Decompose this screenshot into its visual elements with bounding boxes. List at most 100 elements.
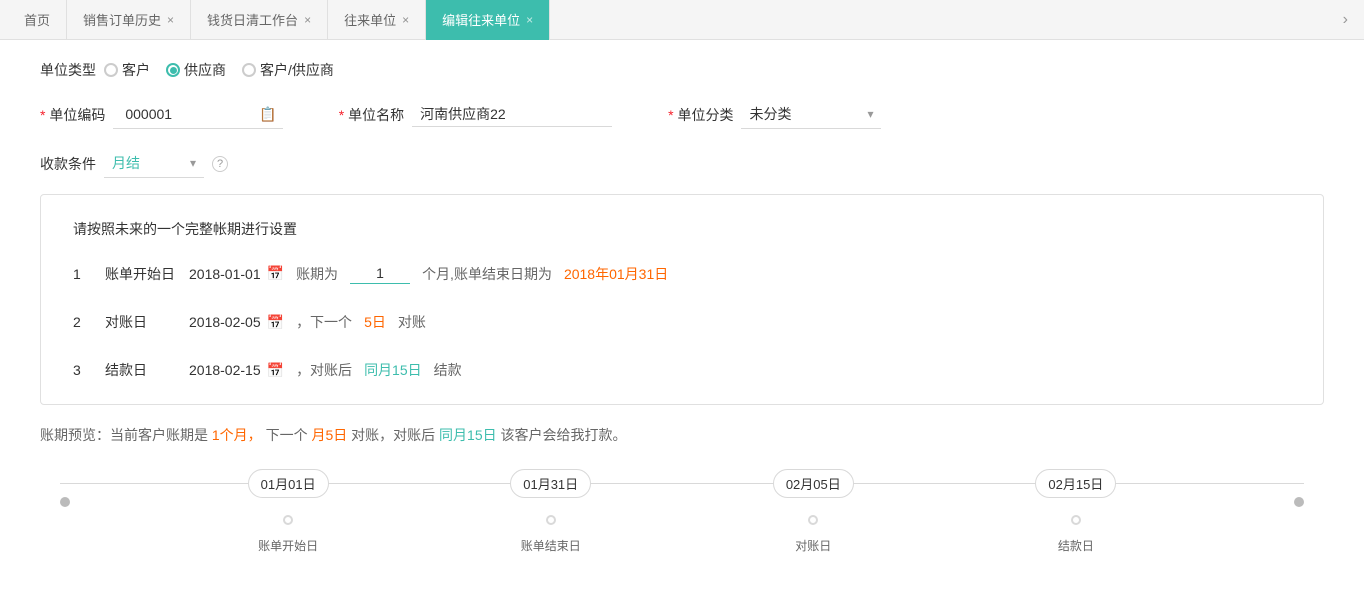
settings-card-title: 请按照未来的一个完整帐期进行设置 <box>73 219 1291 239</box>
timeline-point-3: 02月05日 对账日 <box>773 469 854 554</box>
tab-partner-units[interactable]: 往来单位 × <box>328 0 426 40</box>
preview-label: 账期预览：当前客户账期是 <box>40 427 208 443</box>
timeline-point-4: 02月15日 结款日 <box>1035 469 1116 554</box>
calendar-icon-1[interactable]: 📅 <box>267 265 284 282</box>
timeline-point-2: 01月31日 账单结束日 <box>510 469 591 554</box>
timeline-label-3: 对账日 <box>795 537 831 554</box>
timeline-label-2: 账单结束日 <box>521 537 581 554</box>
timeline-dot-1 <box>283 515 293 525</box>
tab-sales-history-label: 销售订单历史 <box>83 10 161 29</box>
desc-2b: 对账 <box>398 312 426 332</box>
payment-terms-row: 收款条件 月结 ▾ ? <box>40 149 1324 178</box>
unit-type-group: 单位类型 客户 供应商 客户/供应商 <box>40 60 334 80</box>
unit-info-row: 单位编码 📋 单位名称 单位分类 未分类 ▾ <box>40 100 1324 129</box>
radio-customer[interactable]: 客户 <box>104 60 150 80</box>
radio-both[interactable]: 客户/供应商 <box>242 60 334 80</box>
timeline-label-4: 结款日 <box>1058 537 1094 554</box>
end-date-highlight: 2018年01月31日 <box>564 264 668 284</box>
unit-classify-select[interactable]: 未分类 ▾ <box>741 100 881 129</box>
calendar-icon-2[interactable]: 📅 <box>267 314 284 331</box>
desc-suffix-1: 个月,账单结束日期为 <box>422 264 552 284</box>
unit-name-group: 单位名称 <box>339 102 612 127</box>
tab-overflow-arrow[interactable]: › <box>1335 11 1356 29</box>
tab-edit-partner-close[interactable]: × <box>526 13 533 27</box>
payment-terms-value: 月结 <box>112 153 186 173</box>
unit-code-label: 单位编码 <box>40 105 105 125</box>
radio-supplier-circle <box>166 63 180 77</box>
unit-code-icon[interactable]: 📋 <box>257 104 278 125</box>
period-input[interactable] <box>350 263 410 284</box>
timeline-dot-3 <box>808 515 818 525</box>
preview-section: 账期预览：当前客户账期是 1个月， 下一个 月5日 对账，对账后 同月15日 该… <box>40 425 1324 445</box>
unit-type-label: 单位类型 <box>40 60 96 80</box>
preview-reconcile-prefix: 下一个 <box>266 427 308 443</box>
radio-supplier-label: 供应商 <box>184 60 226 80</box>
calendar-icon-3[interactable]: 📅 <box>267 362 284 379</box>
date-value-1: 2018-01-01 <box>189 266 261 282</box>
tab-home[interactable]: 首页 <box>8 0 67 40</box>
radio-customer-circle <box>104 63 118 77</box>
tab-cash-work-label: 钱货日清工作台 <box>207 10 298 29</box>
timeline-point-1: 01月01日 账单开始日 <box>248 469 329 554</box>
preview-reconcile-suffix: 对账，对账后 <box>351 427 435 443</box>
preview-period: 1个月， <box>212 427 262 443</box>
setting-label-3: 结款日 <box>105 360 177 380</box>
unit-name-input[interactable] <box>412 102 612 127</box>
timeline: 01月01日 账单开始日 01月31日 账单结束日 02月05日 对账日 02月… <box>40 469 1324 554</box>
tab-partner-units-label: 往来单位 <box>344 10 396 29</box>
tab-edit-partner-label: 编辑往来单位 <box>442 10 520 29</box>
unit-type-row: 单位类型 客户 供应商 客户/供应商 <box>40 60 1324 80</box>
date-input-2: 2018-02-05 📅 <box>189 314 284 331</box>
tab-cash-work[interactable]: 钱货日清工作台 × <box>191 0 328 40</box>
setting-label-2: 对账日 <box>105 312 177 332</box>
desc-3b: 结款 <box>434 360 462 380</box>
setting-row-3: 3 结款日 2018-02-15 📅 ，对账后 同月15日 结款 <box>73 360 1291 380</box>
unit-classify-group: 单位分类 未分类 ▾ <box>668 100 881 129</box>
timeline-end-dot <box>1294 497 1304 507</box>
radio-both-label: 客户/供应商 <box>260 60 334 80</box>
timeline-dot-4 <box>1071 515 1081 525</box>
radio-supplier[interactable]: 供应商 <box>166 60 226 80</box>
desc-3: ，对账后 <box>296 360 352 380</box>
preview-reconcile-day: 月5日 <box>311 427 347 443</box>
payment-terms-dropdown-icon: ▾ <box>190 156 196 170</box>
desc-2: ，下一个 <box>296 312 352 332</box>
tab-partner-units-close[interactable]: × <box>402 13 409 27</box>
unit-code-group: 单位编码 📋 <box>40 100 283 129</box>
unit-name-label: 单位名称 <box>339 105 404 125</box>
setting-row-1: 1 账单开始日 2018-01-01 📅 账期为 个月,账单结束日期为 2018… <box>73 263 1291 284</box>
main-content: 单位类型 客户 供应商 客户/供应商 单位编码 <box>0 40 1364 608</box>
timeline-badge-3: 02月05日 <box>773 469 854 498</box>
tab-cash-work-close[interactable]: × <box>304 13 311 27</box>
tab-home-label: 首页 <box>24 10 50 29</box>
radio-customer-label: 客户 <box>122 60 150 80</box>
timeline-points: 01月01日 账单开始日 01月31日 账单结束日 02月05日 对账日 02月… <box>60 469 1304 554</box>
setting-label-1: 账单开始日 <box>105 264 177 284</box>
date-input-3: 2018-02-15 📅 <box>189 362 284 379</box>
payment-terms-group: 收款条件 月结 ▾ ? <box>40 149 228 178</box>
timeline-label-1: 账单开始日 <box>258 537 318 554</box>
payment-terms-help-icon[interactable]: ? <box>212 156 228 172</box>
timeline-badge-2: 01月31日 <box>510 469 591 498</box>
tab-sales-history-close[interactable]: × <box>167 13 174 27</box>
timeline-dot-2 <box>546 515 556 525</box>
unit-code-input-wrapper: 📋 <box>113 100 282 129</box>
date-value-3: 2018-02-15 <box>189 362 261 378</box>
unit-classify-label: 单位分类 <box>668 105 733 125</box>
setting-row-2: 2 对账日 2018-02-05 📅 ，下一个 5日 对账 <box>73 312 1291 332</box>
tab-sales-history[interactable]: 销售订单历史 × <box>67 0 191 40</box>
setting-number-3: 3 <box>73 362 93 378</box>
date-input-1: 2018-01-01 📅 <box>189 265 284 282</box>
radio-group: 客户 供应商 客户/供应商 <box>104 60 334 80</box>
payment-terms-select[interactable]: 月结 ▾ <box>104 149 204 178</box>
preview-payment-suffix: 该客户会给我打款。 <box>501 427 627 443</box>
desc-prefix-1: 账期为 <box>296 264 338 284</box>
unit-code-input[interactable] <box>117 102 257 126</box>
unit-classify-value: 未分类 <box>749 104 863 124</box>
highlight-day-3: 同月15日 <box>364 360 422 380</box>
timeline-badge-4: 02月15日 <box>1035 469 1116 498</box>
settings-card: 请按照未来的一个完整帐期进行设置 1 账单开始日 2018-01-01 📅 账期… <box>40 194 1324 405</box>
highlight-day-2: 5日 <box>364 312 386 332</box>
tab-edit-partner[interactable]: 编辑往来单位 × <box>426 0 550 40</box>
timeline-start-dot <box>60 497 70 507</box>
